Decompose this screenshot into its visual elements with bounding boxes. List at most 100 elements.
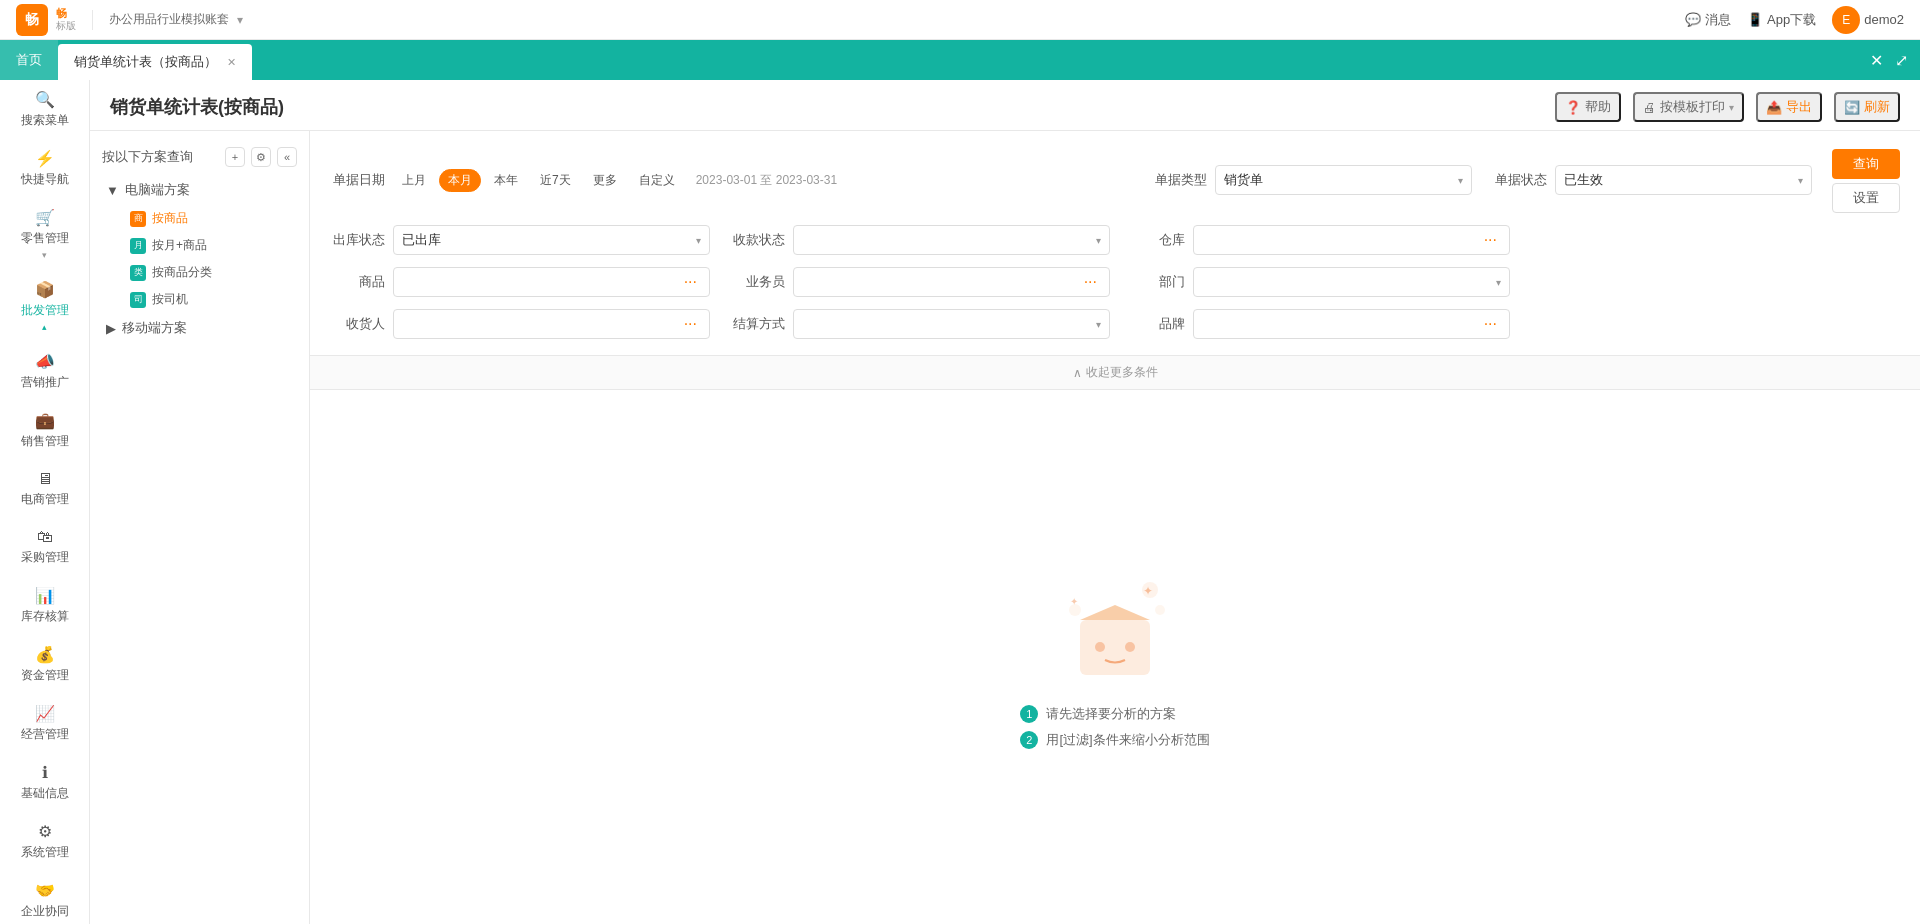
help-icon: ❓ [1565,100,1581,115]
filter-outbound: 出库状态 已出库 ▾ [330,225,710,255]
tab-maximize-icon[interactable]: ⤢ [1891,47,1912,74]
content-area: 销货单统计表(按商品) ❓ 帮助 🖨 按模板打印 ▾ 📤 导出 🔄 刷新 [90,80,1920,924]
sidebar-item-enterprise[interactable]: 🤝 企业协同 [0,871,89,924]
pill-this-month[interactable]: 本月 [439,169,481,192]
add-scheme-btn[interactable]: + [225,147,245,167]
sidebar-item-ecommerce[interactable]: 🖥 电商管理 [0,460,89,518]
collapse-bar[interactable]: ∧ 收起更多条件 [310,356,1920,390]
svg-text:✦: ✦ [1143,584,1153,598]
empty-tip-1: 1 请先选择要分析的方案 [1020,705,1209,723]
tab-home[interactable]: 首页 [0,40,58,80]
sidebar-item-finance[interactable]: 💰 资金管理 [0,635,89,694]
help-btn[interactable]: ❓ 帮助 [1555,92,1621,122]
app-subtitle: 标版 [56,20,76,32]
user-menu[interactable]: E demo2 [1832,6,1904,34]
sidebar-item-operations[interactable]: 📈 经营管理 [0,694,89,753]
chevron-down-icon: ▾ [42,250,47,260]
workspace-dropdown-icon[interactable]: ▾ [237,13,243,27]
print-icon: 🖨 [1643,100,1656,115]
staff-input[interactable]: ··· [793,267,1110,297]
outbound-input[interactable]: 已出库 ▾ [393,225,710,255]
pill-custom[interactable]: 自定义 [630,169,684,192]
warehouse-label: 仓库 [1130,231,1185,249]
product-label: 商品 [330,273,385,291]
filter-row-4: 收货人 ··· 结算方式 ▾ [330,309,1900,339]
warehouse-dots-icon[interactable]: ··· [1480,231,1501,249]
tree-child-by-month-product[interactable]: 月 按月+商品 [90,232,309,259]
brand-input[interactable]: ··· [1193,309,1510,339]
tab-report[interactable]: 销货单统计表（按商品） ✕ [58,44,252,80]
tree-desktop[interactable]: ▼ 电脑端方案 [90,175,309,205]
sidebar-item-purchase[interactable]: 🛍 采购管理 [0,518,89,576]
refresh-btn[interactable]: 🔄 刷新 [1834,92,1900,122]
refresh-icon: 🔄 [1844,100,1860,115]
filter-payment-method: 结算方式 ▾ [730,309,1110,339]
type-input[interactable]: 销货单 ▾ [1215,165,1472,195]
sidebar-item-marketing[interactable]: 📣 营销推广 [0,342,89,401]
dept-label: 部门 [1130,273,1185,291]
tip-num-1: 1 [1020,705,1038,723]
payment-method-dropdown-icon: ▾ [1096,319,1101,330]
app-download-btn[interactable]: 📱 App下载 [1747,11,1816,29]
pill-7days[interactable]: 近7天 [531,169,580,192]
message-btn[interactable]: 💬 消息 [1685,11,1731,29]
inner-layout: 按以下方案查询 + ⚙ « ▼ 电脑端方案 商 按商品 [90,131,1920,924]
outbound-dropdown-icon: ▾ [696,235,701,246]
pill-more[interactable]: 更多 [584,169,626,192]
sidebar-item-basic[interactable]: ℹ 基础信息 [0,753,89,812]
tab-close-window-icon[interactable]: ✕ [1866,47,1887,74]
sidebar-item-search[interactable]: 🔍 搜索菜单 [0,80,89,139]
receiver-label: 收货人 [330,315,385,333]
sidebar-item-wholesale[interactable]: 📦 批发管理 ▴ [0,270,89,342]
retail-icon: 🛒 [35,208,55,227]
product-dots-icon[interactable]: ··· [680,273,701,291]
pill-this-year[interactable]: 本年 [485,169,527,192]
sidebar-item-retail[interactable]: 🛒 零售管理 ▾ [0,198,89,270]
tree-mobile[interactable]: ▶ 移动端方案 [90,313,309,343]
type-label: 单据类型 [1152,171,1207,189]
tree-child-by-product-category[interactable]: 类 按商品分类 [90,259,309,286]
product-input[interactable]: ··· [393,267,710,297]
svg-rect-0 [1080,620,1150,675]
collapse-panel-btn[interactable]: « [277,147,297,167]
tip-num-2: 2 [1020,731,1038,749]
tree-child-by-product[interactable]: 商 按商品 [90,205,309,232]
staff-dots-icon[interactable]: ··· [1080,273,1101,291]
query-btn[interactable]: 查询 [1832,149,1900,179]
warehouse-input[interactable]: ··· [1193,225,1510,255]
system-icon: ⚙ [38,822,52,841]
pill-last-month[interactable]: 上月 [393,169,435,192]
receiver-dots-icon[interactable]: ··· [680,315,701,333]
empty-tip-2: 2 用[过滤]条件来缩小分析范围 [1020,731,1209,749]
operations-icon: 📈 [35,704,55,723]
filter-row-1: 单据日期 上月 本月 本年 近7天 更多 自定义 2023-03-01 至 20… [330,147,1900,213]
date-range-value: 2023-03-01 至 2023-03-31 [696,172,837,189]
filter-payment-status: 收款状态 ▾ [730,225,1110,255]
tab-close-icon[interactable]: ✕ [227,56,236,69]
settings-btn[interactable]: 设置 [1832,183,1900,213]
sidebar-item-quick-nav[interactable]: ⚡ 快捷导航 [0,139,89,198]
settings-scheme-btn[interactable]: ⚙ [251,147,271,167]
brand-dots-icon[interactable]: ··· [1480,315,1501,333]
payment-method-input[interactable]: ▾ [793,309,1110,339]
export-icon: 📤 [1766,100,1782,115]
by-product-icon: 商 [130,211,146,227]
dept-input[interactable]: ▾ [1193,267,1510,297]
sidebar-item-system[interactable]: ⚙ 系统管理 [0,812,89,871]
query-btn-group: 查询 设置 [1832,147,1900,213]
topbar-right: 💬 消息 📱 App下载 E demo2 [1685,6,1904,34]
sidebar-item-sales[interactable]: 💼 销售管理 [0,401,89,460]
filter-dept: 部门 ▾ [1130,267,1510,297]
type-dropdown-icon: ▾ [1458,175,1463,186]
export-btn[interactable]: 📤 导出 [1756,92,1822,122]
receiver-input[interactable]: ··· [393,309,710,339]
avatar: E [1832,6,1860,34]
print-btn[interactable]: 🖨 按模板打印 ▾ [1633,92,1744,122]
svg-point-4 [1155,605,1165,615]
main-layout: 🔍 搜索菜单 ⚡ 快捷导航 🛒 零售管理 ▾ 📦 批发管理 ▴ 📣 营销推广 💼… [0,80,1920,924]
payment-status-input[interactable]: ▾ [793,225,1110,255]
empty-illustration: ✦ ✦ [1055,565,1175,685]
tree-child-by-sku[interactable]: 司 按司机 [90,286,309,313]
sidebar-item-inventory[interactable]: 📊 库存核算 [0,576,89,635]
status-input[interactable]: 已生效 ▾ [1555,165,1812,195]
